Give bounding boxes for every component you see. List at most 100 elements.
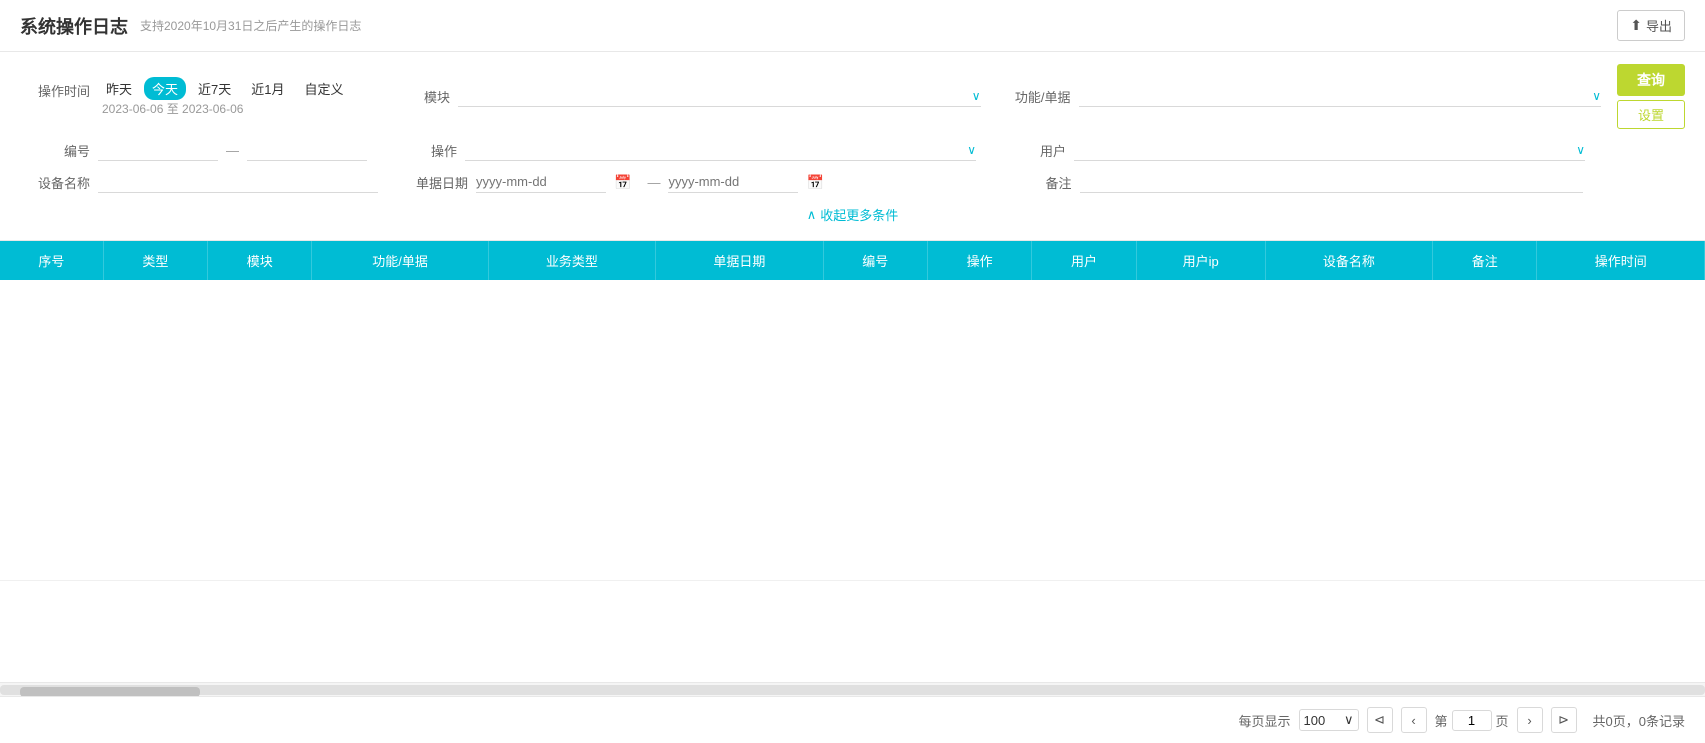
time-filter-group: 操作时间 昨天 今天 近7天 近1月 自定义 2023-06-06 至 2023… <box>20 77 360 117</box>
remark-label: 备注 <box>1002 173 1072 192</box>
time-btn-1month[interactable]: 近1月 <box>243 77 292 100</box>
col-optime: 操作时间 <box>1537 241 1705 280</box>
table-area: 序号 类型 模块 功能/单据 业务类型 单据日期 编号 操作 用户 用户ip 设… <box>0 241 1705 682</box>
total-info: 共0页，0条记录 <box>1593 711 1685 730</box>
module-filter: 模块 ∨ <box>380 86 981 107</box>
number-input-end[interactable] <box>247 139 367 161</box>
page-number-input[interactable] <box>1452 710 1492 731</box>
time-btn-7days[interactable]: 近7天 <box>190 77 239 100</box>
page-unit: 页 <box>1496 711 1509 730</box>
table-header-row: 序号 类型 模块 功能/单据 业务类型 单据日期 编号 操作 用户 用户ip 设… <box>0 241 1705 280</box>
number-filter: 编号 — <box>20 139 367 161</box>
first-page-button[interactable]: ⊲ <box>1367 707 1393 733</box>
page-header: 系统操作日志 支持2020年10月31日之后产生的操作日志 ⬆ 导出 <box>0 0 1705 52</box>
page-label: 第 <box>1435 711 1448 730</box>
col-device: 设备名称 <box>1265 241 1432 280</box>
collapse-button[interactable]: ∧ 收起更多条件 <box>807 205 899 224</box>
number-input-start[interactable] <box>98 139 218 161</box>
module-select[interactable]: ∨ <box>458 86 981 107</box>
operation-select[interactable]: ∨ <box>465 140 976 161</box>
next-page-button[interactable]: › <box>1517 707 1543 733</box>
col-module: 模块 <box>208 241 312 280</box>
scrollbar-track <box>0 685 1705 695</box>
table-body <box>0 280 1705 580</box>
device-input[interactable] <box>98 171 378 193</box>
col-remark: 备注 <box>1433 241 1537 280</box>
page-title: 系统操作日志 <box>20 13 128 39</box>
page-size-value: 100 <box>1304 713 1326 728</box>
empty-cell <box>0 280 1705 580</box>
operation-filter: 操作 ∨ <box>387 140 976 161</box>
collapse-label: 收起更多条件 <box>820 205 898 224</box>
col-number: 编号 <box>823 241 927 280</box>
horizontal-scrollbar[interactable] <box>0 682 1705 696</box>
export-icon: ⬆ <box>1630 17 1642 34</box>
time-buttons: 昨天 今天 近7天 近1月 自定义 <box>98 77 352 100</box>
page-subtitle: 支持2020年10月31日之后产生的操作日志 <box>140 17 361 34</box>
user-select[interactable]: ∨ <box>1074 140 1585 161</box>
filter-row-1: 操作时间 昨天 今天 近7天 近1月 自定义 2023-06-06 至 2023… <box>20 64 1685 129</box>
filter-row-2: 编号 — 操作 ∨ 用户 <box>20 139 1685 161</box>
page-size-select[interactable]: 100 ∨ <box>1299 709 1359 731</box>
page-info: 第 页 <box>1435 710 1509 731</box>
function-label: 功能/单据 <box>1001 87 1071 106</box>
filter-area: 操作时间 昨天 今天 近7天 近1月 自定义 2023-06-06 至 2023… <box>0 52 1705 241</box>
date-range-dash: — <box>647 175 660 190</box>
module-label: 模块 <box>380 87 450 106</box>
date-input-start[interactable] <box>476 171 606 193</box>
settings-button[interactable]: 设置 <box>1617 100 1685 129</box>
operation-chevron-icon: ∨ <box>967 143 976 157</box>
page-wrapper: 系统操作日志 支持2020年10月31日之后产生的操作日志 ⬆ 导出 操作时间 … <box>0 0 1705 743</box>
calendar-icon-1[interactable]: 📅 <box>614 174 631 191</box>
export-button[interactable]: ⬆ 导出 <box>1617 10 1685 41</box>
query-button[interactable]: 查询 <box>1617 64 1685 96</box>
function-select[interactable]: ∨ <box>1079 86 1602 107</box>
data-table: 序号 类型 模块 功能/单据 业务类型 单据日期 编号 操作 用户 用户ip 设… <box>0 241 1705 581</box>
page-size-chevron: ∨ <box>1344 712 1354 728</box>
col-biztype: 业务类型 <box>488 241 655 280</box>
time-range-display: 2023-06-06 至 2023-06-06 <box>102 100 352 117</box>
number-label: 编号 <box>20 141 90 160</box>
export-label: 导出 <box>1646 16 1672 35</box>
function-chevron-icon: ∨ <box>1592 89 1601 103</box>
prev-page-button[interactable]: ‹ <box>1401 707 1427 733</box>
col-function: 功能/单据 <box>312 241 488 280</box>
user-chevron-icon: ∨ <box>1576 143 1585 157</box>
collapse-icon: ∧ <box>807 207 817 223</box>
module-chevron-icon: ∨ <box>972 89 981 103</box>
per-page-label: 每页显示 <box>1238 711 1290 730</box>
col-type: 类型 <box>103 241 207 280</box>
operation-label: 操作 <box>387 141 457 160</box>
col-index: 序号 <box>0 241 103 280</box>
date-filter: 单据日期 📅 — 📅 <box>398 171 982 193</box>
scrollbar-thumb[interactable] <box>20 687 200 696</box>
filter-main: 操作时间 昨天 今天 近7天 近1月 自定义 2023-06-06 至 2023… <box>20 64 1685 197</box>
remark-filter: 备注 <box>1002 171 1586 193</box>
time-label: 操作时间 <box>20 81 90 100</box>
col-operation: 操作 <box>927 241 1031 280</box>
date-input-end[interactable] <box>668 171 798 193</box>
device-filter: 设备名称 <box>20 171 378 193</box>
filter-row-3: 设备名称 单据日期 📅 — 📅 备注 <box>20 171 1685 193</box>
time-options: 昨天 今天 近7天 近1月 自定义 2023-06-06 至 2023-06-0… <box>98 77 352 117</box>
filter-section: 操作时间 昨天 今天 近7天 近1月 自定义 2023-06-06 至 2023… <box>20 64 1685 197</box>
empty-row <box>0 280 1705 580</box>
number-dash: — <box>226 143 239 158</box>
col-userip: 用户ip <box>1136 241 1265 280</box>
col-user: 用户 <box>1032 241 1136 280</box>
last-page-button[interactable]: ⊳ <box>1551 707 1577 733</box>
user-label: 用户 <box>996 141 1066 160</box>
time-btn-today[interactable]: 今天 <box>144 77 186 100</box>
time-btn-yesterday[interactable]: 昨天 <box>98 77 140 100</box>
action-buttons: 查询 设置 <box>1617 64 1685 129</box>
remark-input[interactable] <box>1080 171 1584 193</box>
pagination: 每页显示 100 ∨ ⊲ ‹ 第 页 › ⊳ 共0页，0条记录 <box>0 696 1705 743</box>
function-filter: 功能/单据 ∨ <box>1001 86 1602 107</box>
col-date: 单据日期 <box>656 241 823 280</box>
time-btn-custom[interactable]: 自定义 <box>297 77 352 100</box>
calendar-icon-2[interactable]: 📅 <box>806 174 823 191</box>
table-header: 序号 类型 模块 功能/单据 业务类型 单据日期 编号 操作 用户 用户ip 设… <box>0 241 1705 280</box>
user-filter: 用户 ∨ <box>996 140 1585 161</box>
date-label: 单据日期 <box>398 173 468 192</box>
device-label: 设备名称 <box>20 173 90 192</box>
